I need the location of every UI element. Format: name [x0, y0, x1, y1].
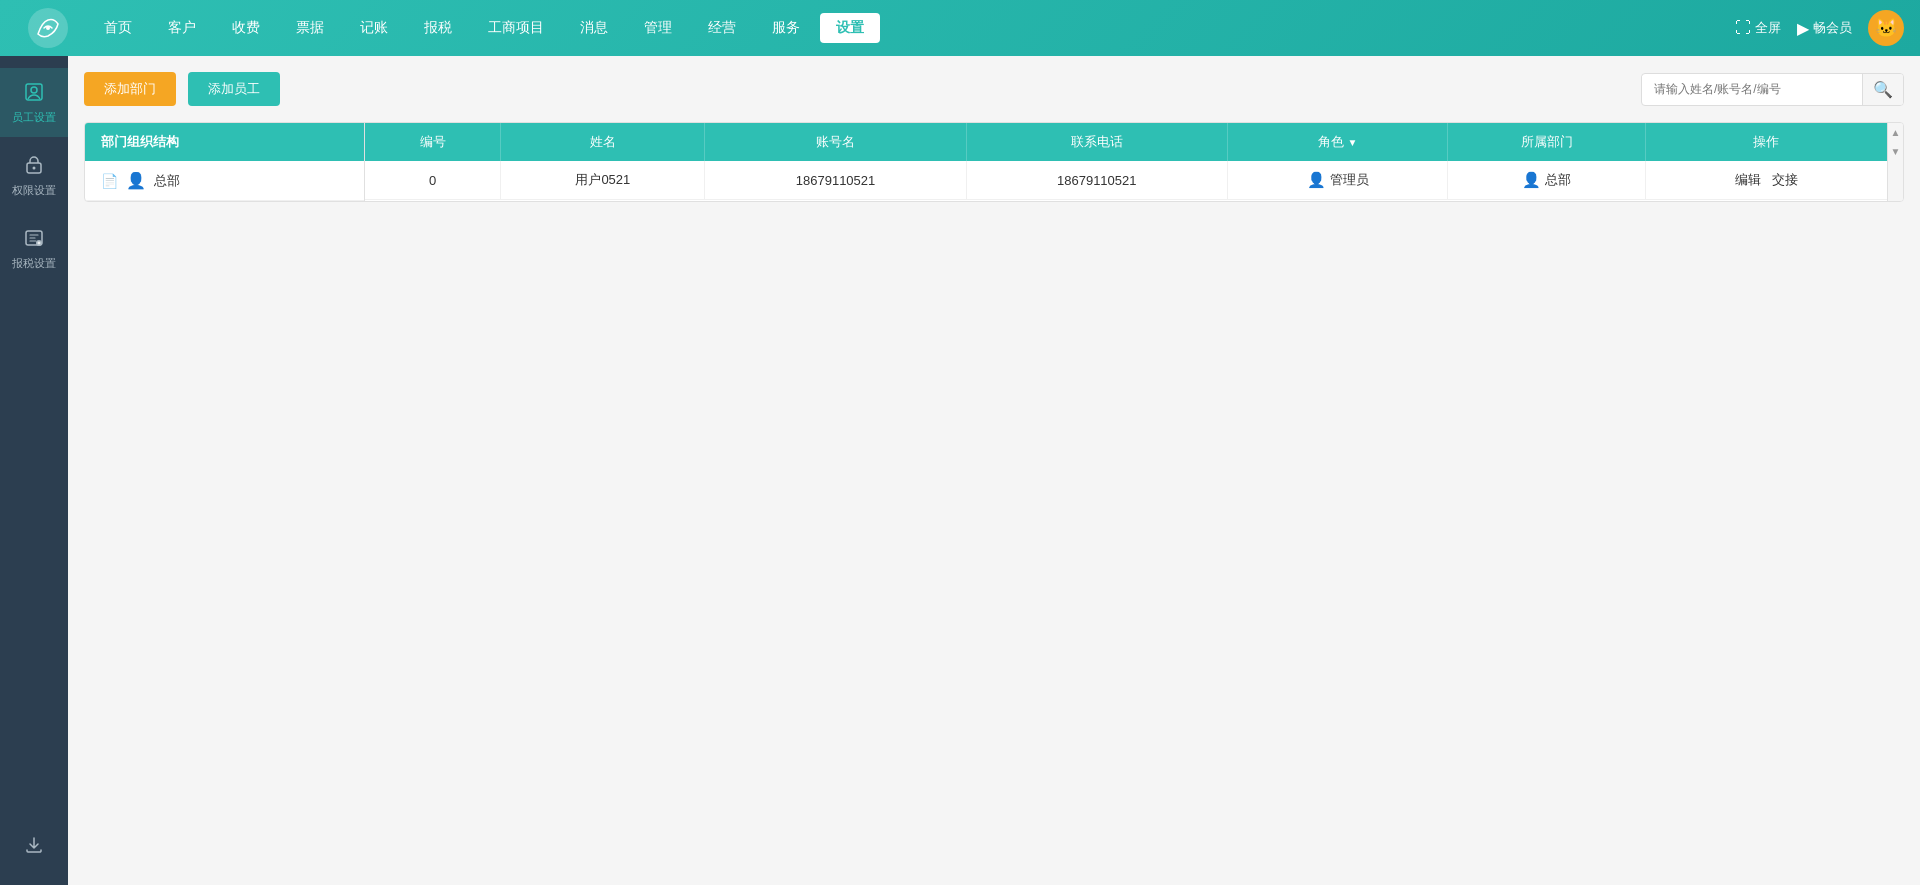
sidebar-item-tax[interactable]: 报税设置: [0, 214, 68, 283]
svg-point-4: [33, 167, 36, 170]
vip-button[interactable]: ▶ 畅会员: [1797, 19, 1852, 38]
search-button[interactable]: 🔍: [1862, 74, 1903, 105]
content-area: 添加部门 添加员工 🔍 部门组织结构 📄 👤 总部: [68, 56, 1920, 885]
nav-item-工商项目[interactable]: 工商项目: [472, 13, 560, 43]
role-icon: 👤: [1307, 171, 1326, 189]
nav-item-消息[interactable]: 消息: [564, 13, 624, 43]
permission-icon: [22, 153, 46, 177]
add-dept-button[interactable]: 添加部门: [84, 72, 176, 106]
nav-item-收费[interactable]: 收费: [216, 13, 276, 43]
table-cell-0-6[interactable]: 编辑 交接: [1645, 161, 1887, 200]
nav-item-管理[interactable]: 管理: [628, 13, 688, 43]
content-columns: 部门组织结构 📄 👤 总部 编号姓名账号名联系电话角色 ▼所属部门操作 0用户0…: [84, 122, 1904, 202]
action-交接[interactable]: 交接: [1772, 172, 1798, 187]
table-cell-0-4: 👤管理员: [1227, 161, 1448, 200]
fullscreen-label: 全屏: [1755, 19, 1781, 37]
svg-point-0: [46, 26, 50, 30]
employee-icon: [22, 80, 46, 104]
nav-item-记账[interactable]: 记账: [344, 13, 404, 43]
action-bar: 添加部门 添加员工 🔍: [84, 72, 1904, 106]
svg-point-2: [31, 87, 37, 93]
left-sidebar: 员工设置 权限设置 报税设置: [0, 56, 68, 885]
fullscreen-icon: ⛶: [1735, 19, 1751, 37]
nav-item-经营[interactable]: 经营: [692, 13, 752, 43]
table-cell-0-0: 0: [365, 161, 501, 200]
download-icon: [22, 833, 46, 857]
permission-label: 权限设置: [12, 183, 56, 198]
col-header-1: 姓名: [501, 123, 705, 161]
tree-panel: 部门组织结构 📄 👤 总部: [85, 123, 365, 201]
employee-label: 员工设置: [12, 110, 56, 125]
vip-label: 畅会员: [1813, 19, 1852, 37]
tax-label: 报税设置: [12, 256, 56, 271]
table-cell-0-1: 用户0521: [501, 161, 705, 200]
col-header-3: 联系电话: [966, 123, 1227, 161]
scroll-up[interactable]: ▲: [1887, 123, 1904, 142]
main-layout: 员工设置 权限设置 报税设置: [0, 56, 1920, 885]
search-box: 🔍: [1641, 73, 1904, 106]
nav-menu: 首页客户收费票据记账报税工商项目消息管理经营服务设置: [88, 13, 1735, 43]
nav-item-首页[interactable]: 首页: [88, 13, 148, 43]
action-编辑[interactable]: 编辑: [1735, 172, 1761, 187]
scroll-down[interactable]: ▼: [1887, 142, 1904, 161]
col-header-6: 操作: [1645, 123, 1887, 161]
table-cell-0-2: 18679110521: [705, 161, 966, 200]
tree-user-icon: 👤: [126, 171, 146, 190]
table-panel: 编号姓名账号名联系电话角色 ▼所属部门操作 0用户052118679110521…: [365, 123, 1887, 201]
nav-item-报税[interactable]: 报税: [408, 13, 468, 43]
employee-table: 编号姓名账号名联系电话角色 ▼所属部门操作 0用户052118679110521…: [365, 123, 1887, 200]
nav-item-票据[interactable]: 票据: [280, 13, 340, 43]
add-employee-button[interactable]: 添加员工: [188, 72, 280, 106]
col-header-0: 编号: [365, 123, 501, 161]
vip-icon: ▶: [1797, 19, 1809, 38]
top-navigation: 首页客户收费票据记账报税工商项目消息管理经营服务设置 ⛶ 全屏 ▶ 畅会员 🐱: [0, 0, 1920, 56]
table-cell-0-3: 18679110521: [966, 161, 1227, 200]
dept-icon: 👤: [1522, 171, 1541, 189]
sidebar-item-bottom[interactable]: [0, 821, 68, 869]
tree-item-general[interactable]: 📄 👤 总部: [85, 161, 364, 201]
logo-area: [16, 8, 80, 48]
tax-icon: [22, 226, 46, 250]
tree-header: 部门组织结构: [85, 123, 364, 161]
search-input[interactable]: [1642, 76, 1862, 102]
nav-item-服务[interactable]: 服务: [756, 13, 816, 43]
table-cell-0-5: 👤总部: [1448, 161, 1645, 200]
nav-item-客户[interactable]: 客户: [152, 13, 212, 43]
fullscreen-button[interactable]: ⛶ 全屏: [1735, 19, 1781, 37]
col-header-4: 角色 ▼: [1227, 123, 1448, 161]
nav-item-设置[interactable]: 设置: [820, 13, 880, 43]
folder-icon: 📄: [101, 173, 118, 189]
sidebar-bottom: [0, 821, 68, 885]
sidebar-item-permission[interactable]: 权限设置: [0, 141, 68, 210]
sidebar-item-employee[interactable]: 员工设置: [0, 68, 68, 137]
search-icon: 🔍: [1873, 81, 1893, 98]
col-header-2: 账号名: [705, 123, 966, 161]
nav-right: ⛶ 全屏 ▶ 畅会员 🐱: [1735, 10, 1904, 46]
tree-item-label: 总部: [154, 172, 180, 190]
col-header-5: 所属部门: [1448, 123, 1645, 161]
user-avatar[interactable]: 🐱: [1868, 10, 1904, 46]
app-logo: [28, 8, 68, 48]
table-row: 0用户05211867911052118679110521👤管理员👤总部编辑 交…: [365, 161, 1887, 200]
scroll-stub: ▲ ▼: [1887, 123, 1903, 201]
